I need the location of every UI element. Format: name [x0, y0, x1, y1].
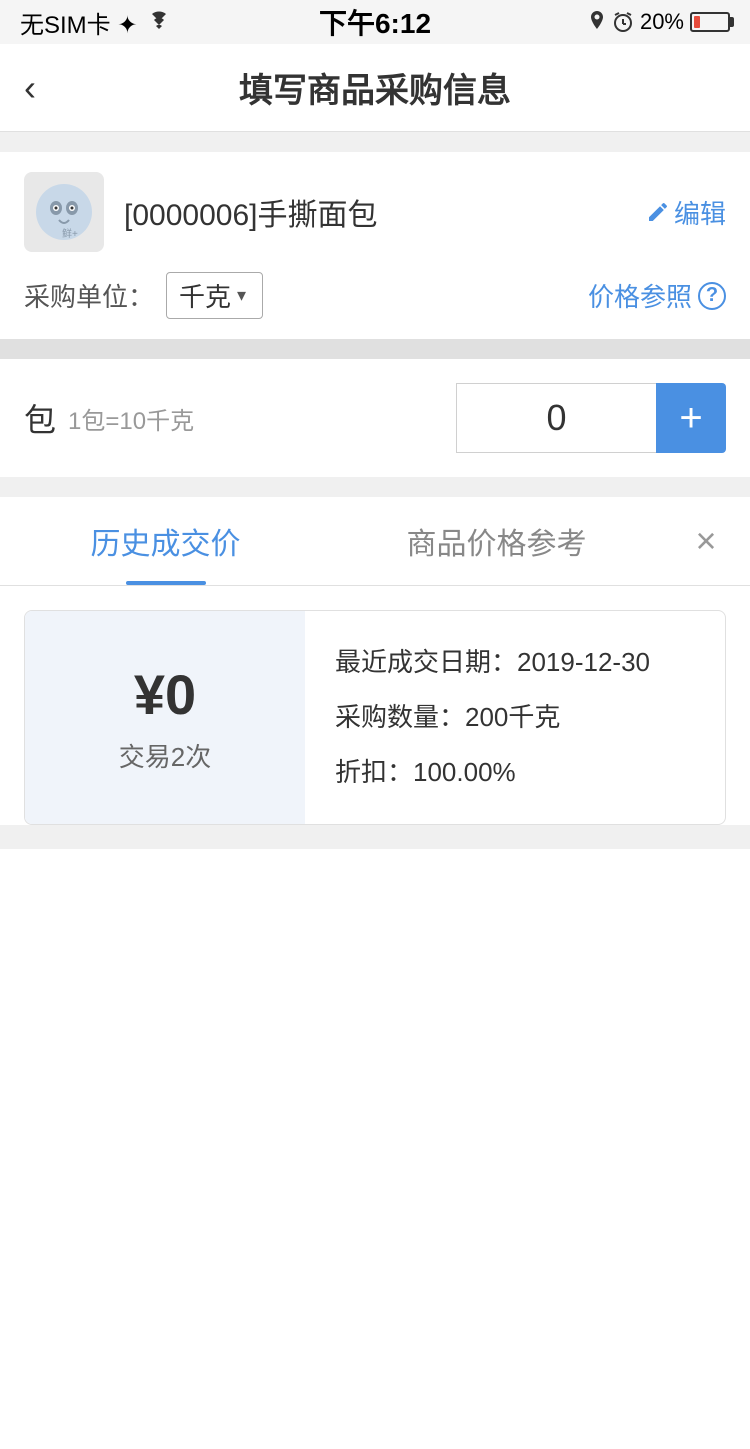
card-trades: 交易2次: [119, 737, 211, 774]
status-left: 无SIM卡 ✦: [20, 5, 173, 40]
product-left: 鲜+ [0000006]手撕面包: [24, 172, 377, 252]
quantity-row: 包 1包=10千克 0 +: [0, 359, 750, 477]
edit-button[interactable]: 编辑: [646, 194, 726, 231]
product-name: [0000006]手撕面包: [124, 190, 377, 234]
price-reference-button[interactable]: 价格参照 ?: [588, 277, 726, 314]
unit-selector[interactable]: 千克: [166, 272, 263, 319]
purchase-qty-row: 采购数量：200千克: [335, 698, 695, 737]
qty-plus-button[interactable]: +: [656, 383, 726, 453]
location-icon: [588, 11, 606, 33]
product-thumbnail: 鲜+: [24, 172, 104, 252]
alarm-icon: [612, 11, 634, 33]
nav-bar: ‹ 填写商品采购信息: [0, 44, 750, 132]
close-button[interactable]: ×: [662, 497, 750, 585]
price-ref-icon: ?: [698, 282, 726, 310]
tab-reference[interactable]: 商品价格参考: [331, 497, 662, 585]
tab-history[interactable]: 历史成交价: [0, 497, 331, 585]
bottom-space: [0, 849, 750, 1449]
card-right: 最近成交日期：2019-12-30 采购数量：200千克 折扣：100.00%: [305, 611, 725, 824]
purchase-unit: 采购单位： 千克: [24, 272, 263, 319]
product-header: 鲜+ [0000006]手撕面包 编辑: [24, 172, 726, 252]
status-time: 下午6:12: [319, 2, 431, 42]
status-right: 20%: [588, 9, 730, 35]
qty-input[interactable]: 0: [456, 383, 656, 453]
product-footer: 采购单位： 千克 价格参照 ?: [24, 272, 726, 319]
product-section: 鲜+ [0000006]手撕面包 编辑 采购单位： 千克 价格参照 ?: [0, 152, 750, 339]
svg-text:鲜+: 鲜+: [62, 227, 78, 240]
panel-container: 历史成交价 商品价格参考 × ¥0 交易2次 最近成交日期：2019-12-30…: [0, 497, 750, 825]
qty-control: 0 +: [456, 383, 726, 453]
recent-date-row: 最近成交日期：2019-12-30: [335, 643, 695, 682]
edit-icon: [646, 200, 670, 224]
discount-row: 折扣：100.00%: [335, 753, 695, 792]
tabs-bar: 历史成交价 商品价格参考 ×: [0, 497, 750, 586]
wifi-icon: [145, 11, 173, 33]
section-divider: [0, 339, 750, 359]
qty-label: 包 1包=10千克: [24, 395, 194, 441]
battery-percent: 20%: [640, 9, 684, 35]
carrier-text: 无SIM卡 ✦: [20, 5, 137, 40]
card-left: ¥0 交易2次: [25, 611, 305, 824]
page-title: 填写商品采购信息: [239, 63, 511, 112]
product-thumb-icon: 鲜+: [34, 182, 94, 242]
back-button[interactable]: ‹: [24, 67, 36, 109]
battery-icon: [690, 12, 730, 32]
history-card: ¥0 交易2次 最近成交日期：2019-12-30 采购数量：200千克 折扣：…: [24, 610, 726, 825]
card-price: ¥0: [134, 662, 196, 727]
status-bar: 无SIM卡 ✦ 下午6:12 20%: [0, 0, 750, 44]
